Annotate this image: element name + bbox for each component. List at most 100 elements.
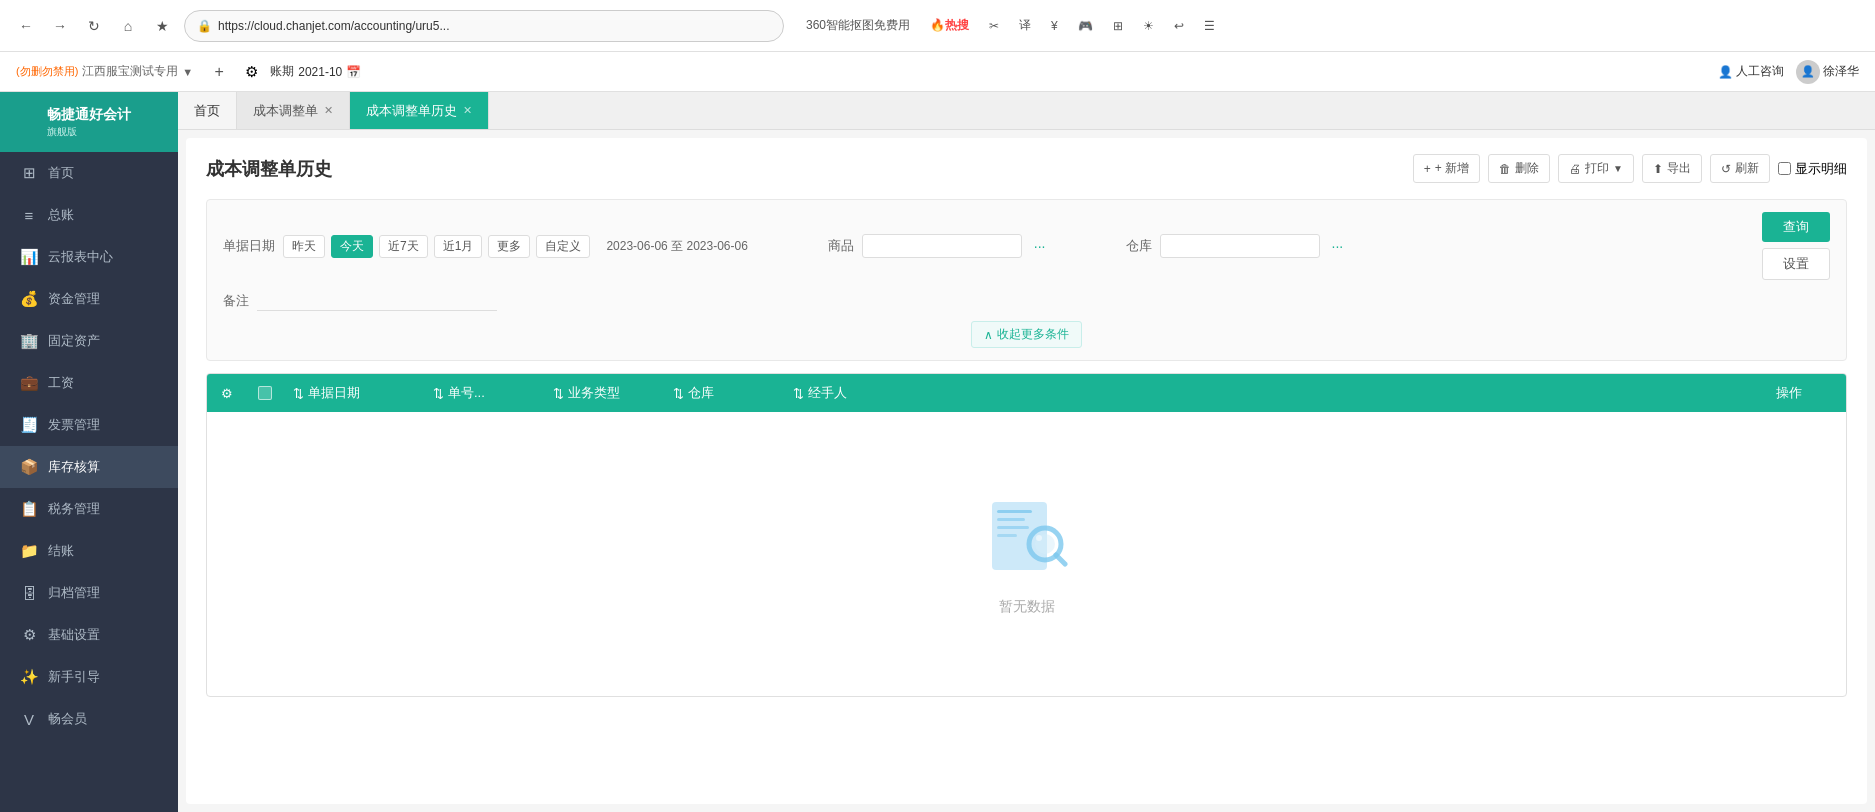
refresh-btn[interactable]: ↺ 刷新 bbox=[1710, 154, 1770, 183]
filter-action-buttons: 查询 设置 bbox=[1762, 212, 1830, 280]
calendar-icon[interactable]: 📅 bbox=[346, 65, 361, 79]
coin-btn[interactable]: ¥ bbox=[1045, 15, 1064, 37]
sidebar-label-settings: 基础设置 bbox=[48, 626, 100, 644]
tab-home[interactable]: 首页 bbox=[178, 92, 237, 129]
sort-icon-operator: ⇅ bbox=[793, 386, 804, 401]
service-label: 人工咨询 bbox=[1736, 63, 1784, 80]
undo-btn[interactable]: ↩ bbox=[1168, 15, 1190, 37]
tab-history-close[interactable]: ✕ bbox=[463, 104, 472, 117]
sidebar-item-capital[interactable]: 💰 资金管理 bbox=[0, 278, 178, 320]
show-cols-label: 显示明细 bbox=[1795, 160, 1847, 178]
sidebar-item-vip[interactable]: V 畅会员 bbox=[0, 698, 178, 740]
table-select-all[interactable] bbox=[247, 386, 283, 400]
th-operator[interactable]: ⇅ 经手人 bbox=[783, 384, 903, 402]
goods-more-btn[interactable]: ··· bbox=[1034, 238, 1046, 254]
th-operator-label: 经手人 bbox=[808, 384, 847, 402]
th-warehouse[interactable]: ⇅ 仓库 bbox=[663, 384, 783, 402]
refresh-icon: ↺ bbox=[1721, 162, 1731, 176]
empty-text: 暂无数据 bbox=[999, 598, 1055, 616]
th-date[interactable]: ⇅ 单据日期 bbox=[283, 384, 423, 402]
notes-label: 备注 bbox=[223, 292, 249, 310]
collapse-filter-btn[interactable]: ∧ 收起更多条件 bbox=[971, 321, 1082, 348]
tab-cost-adjust-close[interactable]: ✕ bbox=[324, 104, 333, 117]
sort-icon-no: ⇅ bbox=[433, 386, 444, 401]
7days-btn[interactable]: 近7天 bbox=[379, 235, 428, 258]
show-cols-toggle[interactable]: 显示明细 bbox=[1778, 160, 1847, 178]
sidebar-label-closing: 结账 bbox=[48, 542, 74, 560]
sidebar-item-reports[interactable]: 📊 云报表中心 bbox=[0, 236, 178, 278]
goods-filter: 商品 ··· bbox=[828, 234, 1046, 258]
svg-rect-2 bbox=[997, 518, 1025, 521]
username-text: 徐泽华 bbox=[1823, 63, 1859, 80]
hot-search-btn[interactable]: 🔥热搜 bbox=[924, 13, 975, 38]
main-container: 畅捷通好会计 旗舰版 ⊞ 首页 ≡ 总账 📊 云报表中心 💰 资金管理 🏢 固定… bbox=[0, 92, 1875, 812]
goods-input[interactable] bbox=[862, 234, 1022, 258]
svg-point-8 bbox=[1036, 535, 1042, 541]
collapse-label: 收起更多条件 bbox=[997, 326, 1069, 343]
table-settings-icon[interactable]: ⚙ bbox=[207, 386, 247, 401]
sidebar-item-guide[interactable]: ✨ 新手引导 bbox=[0, 656, 178, 698]
inventory-icon: 📦 bbox=[20, 458, 38, 476]
sidebar-item-payroll[interactable]: 💼 工资 bbox=[0, 362, 178, 404]
sidebar-item-ledger[interactable]: ≡ 总账 bbox=[0, 194, 178, 236]
th-no-label: 单号... bbox=[448, 384, 485, 402]
sidebar-item-home[interactable]: ⊞ 首页 bbox=[0, 152, 178, 194]
print-dropdown-icon: ▼ bbox=[1613, 163, 1623, 174]
delete-btn[interactable]: 🗑 删除 bbox=[1488, 154, 1550, 183]
sidebar-item-invoice[interactable]: 🧾 发票管理 bbox=[0, 404, 178, 446]
new-btn[interactable]: + + 新增 bbox=[1413, 154, 1480, 183]
yesterday-btn[interactable]: 昨天 bbox=[283, 235, 325, 258]
show-cols-checkbox[interactable] bbox=[1778, 162, 1791, 175]
forward-button[interactable]: → bbox=[46, 12, 74, 40]
new-label: + 新增 bbox=[1435, 160, 1469, 177]
warehouse-input[interactable] bbox=[1160, 234, 1320, 258]
sidebar-item-fixed-assets[interactable]: 🏢 固定资产 bbox=[0, 320, 178, 362]
sidebar-item-inventory[interactable]: 📦 库存核算 bbox=[0, 446, 178, 488]
page-content: 成本调整单历史 + + 新增 🗑 删除 🖨 打印 ▼ bbox=[186, 138, 1867, 804]
sidebar-item-closing[interactable]: 📁 结账 bbox=[0, 530, 178, 572]
1month-btn[interactable]: 近1月 bbox=[434, 235, 483, 258]
sun-btn[interactable]: ☀ bbox=[1137, 15, 1160, 37]
apps-btn[interactable]: ⊞ bbox=[1107, 15, 1129, 37]
smart-search-btn[interactable]: 360智能抠图免费用 bbox=[800, 13, 916, 38]
sidebar-item-archive[interactable]: 🗄 归档管理 bbox=[0, 572, 178, 614]
dropdown-icon: ▼ bbox=[182, 66, 193, 78]
warning-tag: (勿删勿禁用) bbox=[16, 64, 78, 79]
svg-rect-1 bbox=[997, 510, 1032, 513]
company-selector[interactable]: (勿删勿禁用) 江西服宝测试专用 ▼ bbox=[16, 63, 193, 80]
sidebar-item-tax[interactable]: 📋 税务管理 bbox=[0, 488, 178, 530]
th-no[interactable]: ⇅ 单号... bbox=[423, 384, 543, 402]
th-type[interactable]: ⇅ 业务类型 bbox=[543, 384, 663, 402]
reload-button[interactable]: ↻ bbox=[80, 12, 108, 40]
print-btn[interactable]: 🖨 打印 ▼ bbox=[1558, 154, 1634, 183]
sidebar-label-home: 首页 bbox=[48, 164, 74, 182]
today-btn[interactable]: 今天 bbox=[331, 235, 373, 258]
browser-bar: ← → ↻ ⌂ ★ 🔒 https://cloud.chanjet.com/ac… bbox=[0, 0, 1875, 52]
star-button[interactable]: ★ bbox=[148, 12, 176, 40]
notes-input[interactable] bbox=[257, 290, 497, 311]
address-bar[interactable]: 🔒 https://cloud.chanjet.com/accounting/u… bbox=[184, 10, 784, 42]
export-btn[interactable]: ⬆ 导出 bbox=[1642, 154, 1702, 183]
sidebar-item-settings[interactable]: ⚙ 基础设置 bbox=[0, 614, 178, 656]
user-menu[interactable]: 👤 徐泽华 bbox=[1796, 60, 1859, 84]
tab-cost-adjust-history[interactable]: 成本调整单历史 ✕ bbox=[350, 92, 489, 129]
scissors-btn[interactable]: ✂ bbox=[983, 15, 1005, 37]
warehouse-more-btn[interactable]: ··· bbox=[1332, 238, 1344, 254]
service-button[interactable]: 👤 人工咨询 bbox=[1718, 63, 1784, 80]
back-button[interactable]: ← bbox=[12, 12, 40, 40]
translate-btn[interactable]: 译 bbox=[1013, 13, 1037, 38]
game-btn[interactable]: 🎮 bbox=[1072, 15, 1099, 37]
svg-rect-3 bbox=[997, 526, 1029, 529]
sidebar-label-reports: 云报表中心 bbox=[48, 248, 113, 266]
add-company-btn[interactable]: + bbox=[205, 58, 233, 86]
custom-btn[interactable]: 自定义 bbox=[536, 235, 590, 258]
tab-cost-adjust[interactable]: 成本调整单 ✕ bbox=[237, 92, 350, 129]
more-btn[interactable]: 更多 bbox=[488, 235, 530, 258]
query-btn[interactable]: 查询 bbox=[1762, 212, 1830, 242]
filter-settings-btn[interactable]: 设置 bbox=[1762, 248, 1830, 280]
menu-btn[interactable]: ☰ bbox=[1198, 15, 1221, 37]
browser-extras: 360智能抠图免费用 🔥热搜 ✂ 译 ¥ 🎮 ⊞ ☀ ↩ ☰ bbox=[800, 13, 1221, 38]
settings-icon[interactable]: ⚙ bbox=[245, 63, 258, 81]
svg-rect-4 bbox=[997, 534, 1017, 537]
home-button[interactable]: ⌂ bbox=[114, 12, 142, 40]
